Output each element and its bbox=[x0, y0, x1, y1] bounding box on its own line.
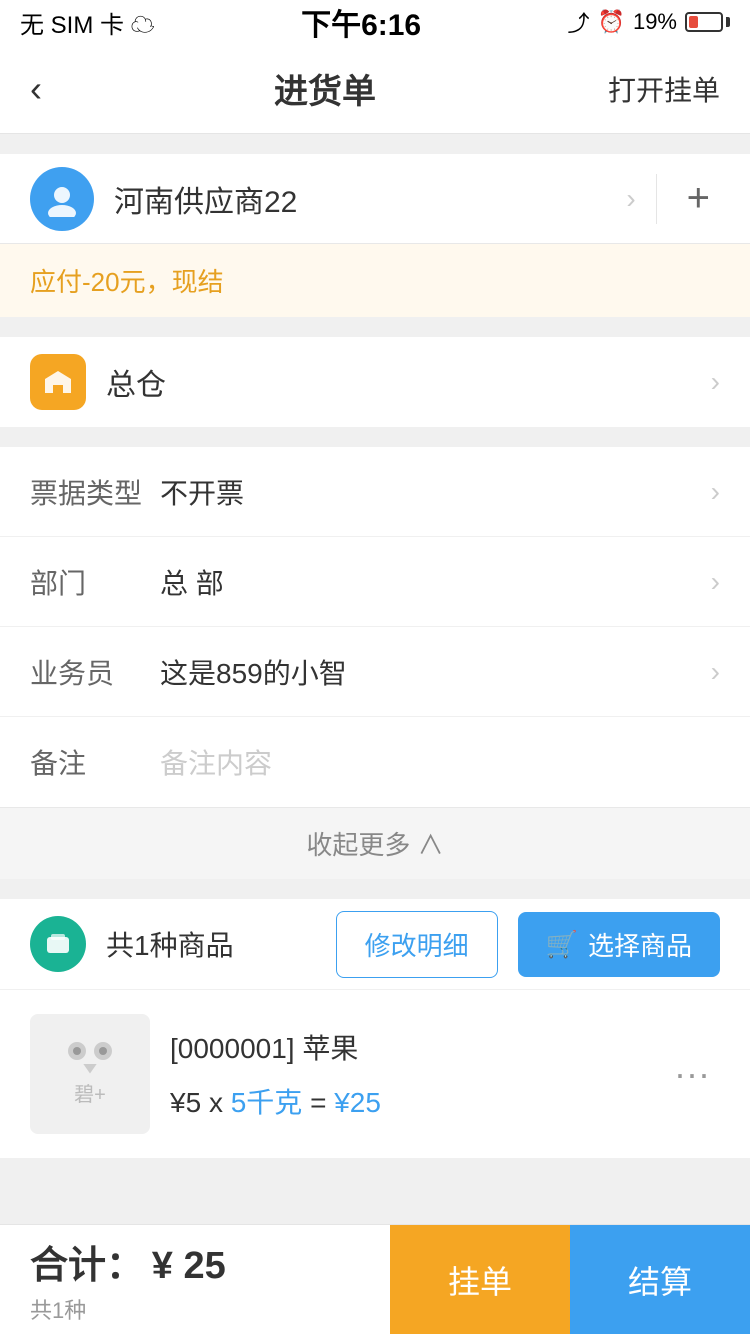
select-product-label: 选择商品 bbox=[588, 926, 692, 963]
page-title: 进货单 bbox=[274, 64, 376, 113]
remark-label: 备注 bbox=[30, 742, 160, 782]
alarm-icon: ⏰ bbox=[598, 9, 625, 35]
product-thumbnail: 碧+ bbox=[30, 1014, 150, 1134]
gap-3 bbox=[0, 427, 750, 447]
department-value: 总 部 bbox=[160, 562, 701, 602]
settle-button[interactable]: 结算 bbox=[570, 1225, 750, 1334]
supplier-section: 河南供应商22 › + 应付-20元，现结 bbox=[0, 154, 750, 317]
collapse-label: 收起更多 ∧ bbox=[306, 825, 443, 862]
warehouse-row[interactable]: 总仓 › bbox=[0, 337, 750, 427]
total-amount: 合计： ¥ 25 bbox=[30, 1234, 360, 1289]
product-title: 苹果 bbox=[302, 1033, 358, 1064]
salesperson-value: 这是859的小智 bbox=[160, 652, 701, 692]
back-button[interactable]: ‹ bbox=[30, 68, 42, 110]
back-icon: ‹ bbox=[30, 68, 42, 109]
department-row[interactable]: 部门 总 部 › bbox=[0, 537, 750, 627]
total-label: 合计： bbox=[30, 1245, 144, 1287]
salesperson-label: 业务员 bbox=[30, 652, 160, 692]
supplier-divider bbox=[656, 174, 657, 224]
total-section: 合计： ¥ 25 共1种 bbox=[0, 1225, 390, 1334]
supplier-name: 河南供应商22 bbox=[114, 177, 616, 221]
products-count: 共1种商品 bbox=[106, 924, 316, 964]
battery-label: 19% bbox=[633, 9, 677, 35]
total-value: ¥ 25 bbox=[152, 1245, 226, 1287]
total-count: 共1种 bbox=[30, 1293, 360, 1325]
add-supplier-button[interactable]: + bbox=[677, 176, 720, 221]
select-product-button[interactable]: 🛒 选择商品 bbox=[518, 912, 720, 977]
cart-icon: 🛒 bbox=[546, 929, 578, 960]
invoice-type-value: 不开票 bbox=[160, 472, 701, 512]
open-pending-button[interactable]: 打开挂单 bbox=[608, 69, 720, 109]
supplier-chevron-icon: › bbox=[626, 183, 635, 215]
status-left: 无 SIM 卡 ☁ bbox=[20, 5, 155, 40]
payment-hint: 应付-20元，现结 bbox=[0, 244, 750, 317]
product-info: [0000001] 苹果 ¥5 x 5千克 = ¥25 bbox=[170, 1027, 644, 1121]
location-icon: ⤴ bbox=[568, 6, 590, 38]
product-more-button[interactable]: ··· bbox=[664, 1053, 720, 1095]
products-header: 共1种商品 修改明细 🛒 选择商品 bbox=[0, 899, 750, 989]
salesperson-chevron: › bbox=[711, 656, 720, 688]
price-multiply: x bbox=[209, 1087, 231, 1118]
products-icon bbox=[30, 916, 86, 972]
warehouse-chevron-icon: › bbox=[711, 366, 720, 398]
product-unit-price: ¥5 bbox=[170, 1087, 201, 1118]
nav-bar: ‹ 进货单 打开挂单 bbox=[0, 44, 750, 134]
department-label: 部门 bbox=[30, 562, 160, 602]
hang-order-button[interactable]: 挂单 bbox=[390, 1225, 570, 1334]
supplier-row[interactable]: 河南供应商22 › + bbox=[0, 154, 750, 244]
salesperson-row[interactable]: 业务员 这是859的小智 › bbox=[0, 627, 750, 717]
product-item: 碧+ [0000001] 苹果 ¥5 x 5千克 = ¥25 ··· bbox=[0, 989, 750, 1158]
collapse-bar[interactable]: 收起更多 ∧ bbox=[0, 807, 750, 879]
product-name: [0000001] 苹果 bbox=[170, 1027, 644, 1067]
gap-1 bbox=[0, 134, 750, 154]
product-quantity: 5千克 bbox=[231, 1087, 303, 1118]
remark-row[interactable]: 备注 备注内容 bbox=[0, 717, 750, 807]
remark-input[interactable]: 备注内容 bbox=[160, 742, 720, 782]
invoice-type-row[interactable]: 票据类型 不开票 › bbox=[0, 447, 750, 537]
sim-label: 无 SIM 卡 ☁ bbox=[20, 5, 155, 40]
edit-details-button[interactable]: 修改明细 bbox=[336, 911, 498, 978]
product-price: ¥5 x 5千克 = ¥25 bbox=[170, 1081, 644, 1121]
department-chevron: › bbox=[711, 566, 720, 598]
supplier-avatar bbox=[30, 167, 94, 231]
status-time: 下午6:16 bbox=[301, 0, 421, 44]
product-total: ¥25 bbox=[334, 1087, 381, 1118]
gap-2 bbox=[0, 317, 750, 337]
invoice-type-chevron: › bbox=[711, 476, 720, 508]
product-code: [0000001] bbox=[170, 1033, 295, 1064]
invoice-type-label: 票据类型 bbox=[30, 472, 160, 512]
gap-4 bbox=[0, 879, 750, 899]
price-equals: = bbox=[310, 1087, 334, 1118]
warehouse-icon bbox=[30, 354, 86, 410]
status-bar: 无 SIM 卡 ☁ 下午6:16 ⤴ ⏰ 19% bbox=[0, 0, 750, 44]
status-right: ⤴ ⏰ 19% bbox=[568, 6, 730, 38]
form-section: 票据类型 不开票 › 部门 总 部 › 业务员 这是859的小智 › 备注 备注… bbox=[0, 447, 750, 807]
bottom-bar: 合计： ¥ 25 共1种 挂单 结算 bbox=[0, 1224, 750, 1334]
battery-indicator bbox=[685, 12, 730, 32]
warehouse-name: 总仓 bbox=[106, 360, 701, 404]
warehouse-section: 总仓 › bbox=[0, 337, 750, 427]
